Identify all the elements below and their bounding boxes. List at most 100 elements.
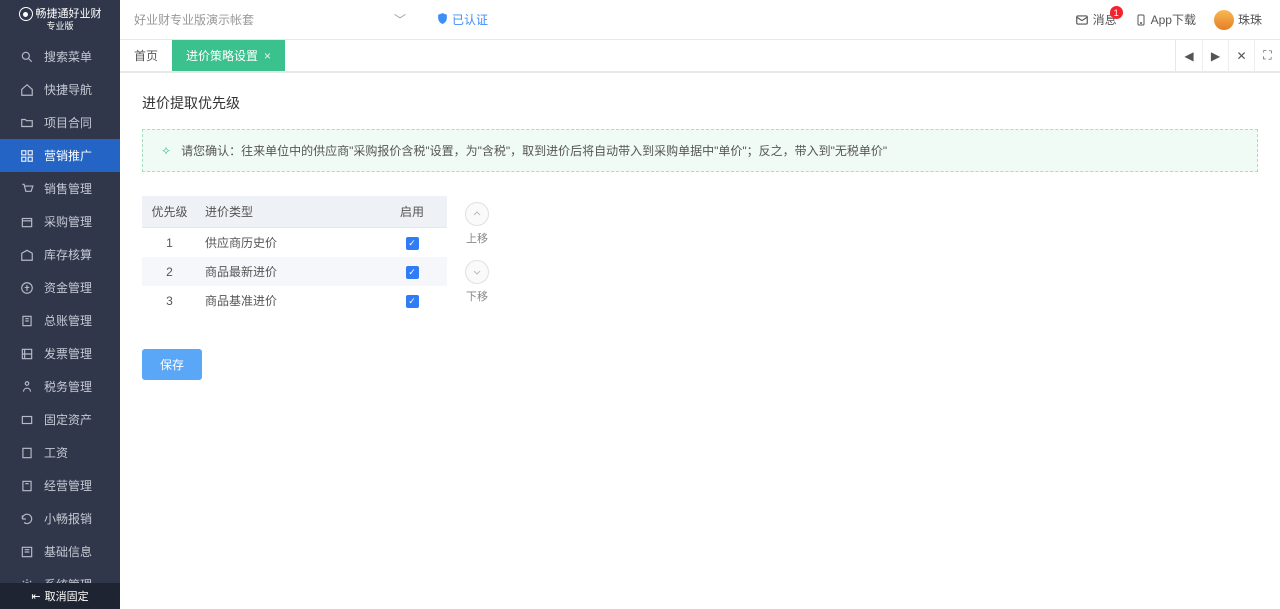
sidebar-item-12[interactable]: 工资 [0,436,120,469]
sidebar-item-1[interactable]: 快捷导航 [0,73,120,106]
priority-table-wrap: 优先级 进价类型 启用 1 供应商历史价 ✓ 2 商品最新进价 ✓ 3 [142,196,1280,315]
content: 进价提取优先级 ✧ 请您确认：往来单位中的供应商"采购报价含税"设置，为"含税"… [120,72,1280,609]
sidebar-item-label: 营销推广 [44,147,92,164]
sidebar-item-label: 快捷导航 [44,81,92,98]
sidebar-item-label: 小畅报销 [44,510,92,527]
sidebar-pin-toggle[interactable]: ⇤ 取消固定 [0,583,120,609]
sidebar-item-4[interactable]: 销售管理 [0,172,120,205]
sidebar-item-14[interactable]: 小畅报销 [0,502,120,535]
phone-icon [1135,13,1147,27]
move-controls: 上移 下移 [465,196,489,304]
cell-type: 供应商历史价 [197,228,377,258]
app-download-label: App下载 [1151,11,1196,28]
col-priority: 优先级 [142,196,197,228]
tab-label: 进价策略设置 [186,47,258,64]
close-icon[interactable]: × [264,49,271,63]
tab-home[interactable]: 首页 [120,40,172,71]
sidebar-item-0[interactable]: 搜索菜单 [0,40,120,73]
verified-badge: 已认证 [436,11,488,28]
fullscreen-button[interactable]: ⛶ [1254,40,1280,72]
tab-prev-button[interactable]: ◀ [1176,40,1202,72]
enable-checkbox[interactable]: ✓ [406,266,419,279]
sidebar-item-5[interactable]: 采购管理 [0,205,120,238]
move-up-label: 上移 [466,230,488,246]
money-icon [20,281,34,295]
sidebar-item-label: 发票管理 [44,345,92,362]
pin-icon: ⇤ [31,590,40,603]
refresh-icon [20,512,34,526]
col-enable: 启用 [377,196,447,228]
sidebar-item-8[interactable]: 总账管理 [0,304,120,337]
sidebar-item-2[interactable]: 项目合同 [0,106,120,139]
cell-type: 商品最新进价 [197,257,377,286]
messages-button[interactable]: 消息 1 [1075,11,1117,28]
sidebar-item-label: 经营管理 [44,477,92,494]
sidebar-item-label: 工资 [44,444,68,461]
avatar [1214,10,1234,30]
table-row[interactable]: 3 商品基准进价 ✓ [142,286,447,315]
tab-label: 首页 [134,47,158,64]
sidebar-item-label: 固定资产 [44,411,92,428]
sidebar-item-6[interactable]: 库存核算 [0,238,120,271]
sidebar-item-label: 总账管理 [44,312,92,329]
box-icon [20,215,34,229]
col-type: 进价类型 [197,196,377,228]
info-icon [20,545,34,559]
cell-priority: 1 [142,228,197,258]
logo-brand: 畅捷通好业财 [36,8,102,20]
sidebar-item-label: 资金管理 [44,279,92,296]
sidebar: 搜索菜单 快捷导航 项目合同 营销推广 销售管理 采购管理 库存核算 资金管理 … [0,40,120,609]
messages-badge: 1 [1110,6,1123,19]
account-selector[interactable]: 好业财专业版演示帐套 ﹀ [134,11,406,28]
ledger-icon [20,314,34,328]
tab-close-all-button[interactable]: ✕ [1228,40,1254,72]
tab-next-button[interactable]: ▶ [1202,40,1228,72]
sidebar-item-label: 税务管理 [44,378,92,395]
message-icon [1075,13,1089,27]
move-down-button[interactable] [465,260,489,284]
grid-icon [20,149,34,163]
shield-icon [436,12,449,28]
alert-text: 请您确认：往来单位中的供应商"采购报价含税"设置，为"含税"，取到进价后将自动带… [181,142,887,159]
sidebar-item-9[interactable]: 发票管理 [0,337,120,370]
chevron-down-icon: ﹀ [394,11,406,28]
enable-checkbox[interactable]: ✓ [406,295,419,308]
user-name: 珠珠 [1238,11,1262,28]
sidebar-item-13[interactable]: 经营管理 [0,469,120,502]
sidebar-footer-label: 取消固定 [45,588,89,604]
tab-price-strategy[interactable]: 进价策略设置 × [172,40,285,71]
salary-icon [20,446,34,460]
verified-label: 已认证 [452,11,488,28]
priority-table: 优先级 进价类型 启用 1 供应商历史价 ✓ 2 商品最新进价 ✓ 3 [142,196,447,315]
tab-bar: 首页 进价策略设置 × ◀ ▶ ✕ ⛶ [120,40,1280,72]
cell-type: 商品基准进价 [197,286,377,315]
sidebar-item-label: 库存核算 [44,246,92,263]
move-up-button[interactable] [465,202,489,226]
logo-edition: 专业版 [46,22,73,32]
logo-icon [19,7,33,21]
cell-priority: 2 [142,257,197,286]
save-button[interactable]: 保存 [142,349,202,380]
sidebar-item-15[interactable]: 基础信息 [0,535,120,568]
cart-icon [20,182,34,196]
warehouse-icon [20,248,34,262]
top-right: 消息 1 App下载 珠珠 [1075,10,1280,30]
sidebar-item-label: 销售管理 [44,180,92,197]
sidebar-item-3[interactable]: 营销推广 [0,139,120,172]
account-selector-label: 好业财专业版演示帐套 [134,11,254,28]
sidebar-item-10[interactable]: 税务管理 [0,370,120,403]
logo: 畅捷通好业财 专业版 [0,0,120,40]
table-row[interactable]: 1 供应商历史价 ✓ [142,228,447,258]
sidebar-item-11[interactable]: 固定资产 [0,403,120,436]
info-alert: ✧ 请您确认：往来单位中的供应商"采购报价含税"设置，为"含税"，取到进价后将自… [142,129,1258,172]
folder-icon [20,116,34,130]
table-row[interactable]: 2 商品最新进价 ✓ [142,257,447,286]
app-download-button[interactable]: App下载 [1135,11,1196,28]
sidebar-item-label: 搜索菜单 [44,48,92,65]
enable-checkbox[interactable]: ✓ [406,237,419,250]
move-down-label: 下移 [466,288,488,304]
manage-icon [20,479,34,493]
sidebar-item-7[interactable]: 资金管理 [0,271,120,304]
user-menu[interactable]: 珠珠 [1214,10,1262,30]
tab-actions: ◀ ▶ ✕ ⛶ [1175,40,1280,71]
